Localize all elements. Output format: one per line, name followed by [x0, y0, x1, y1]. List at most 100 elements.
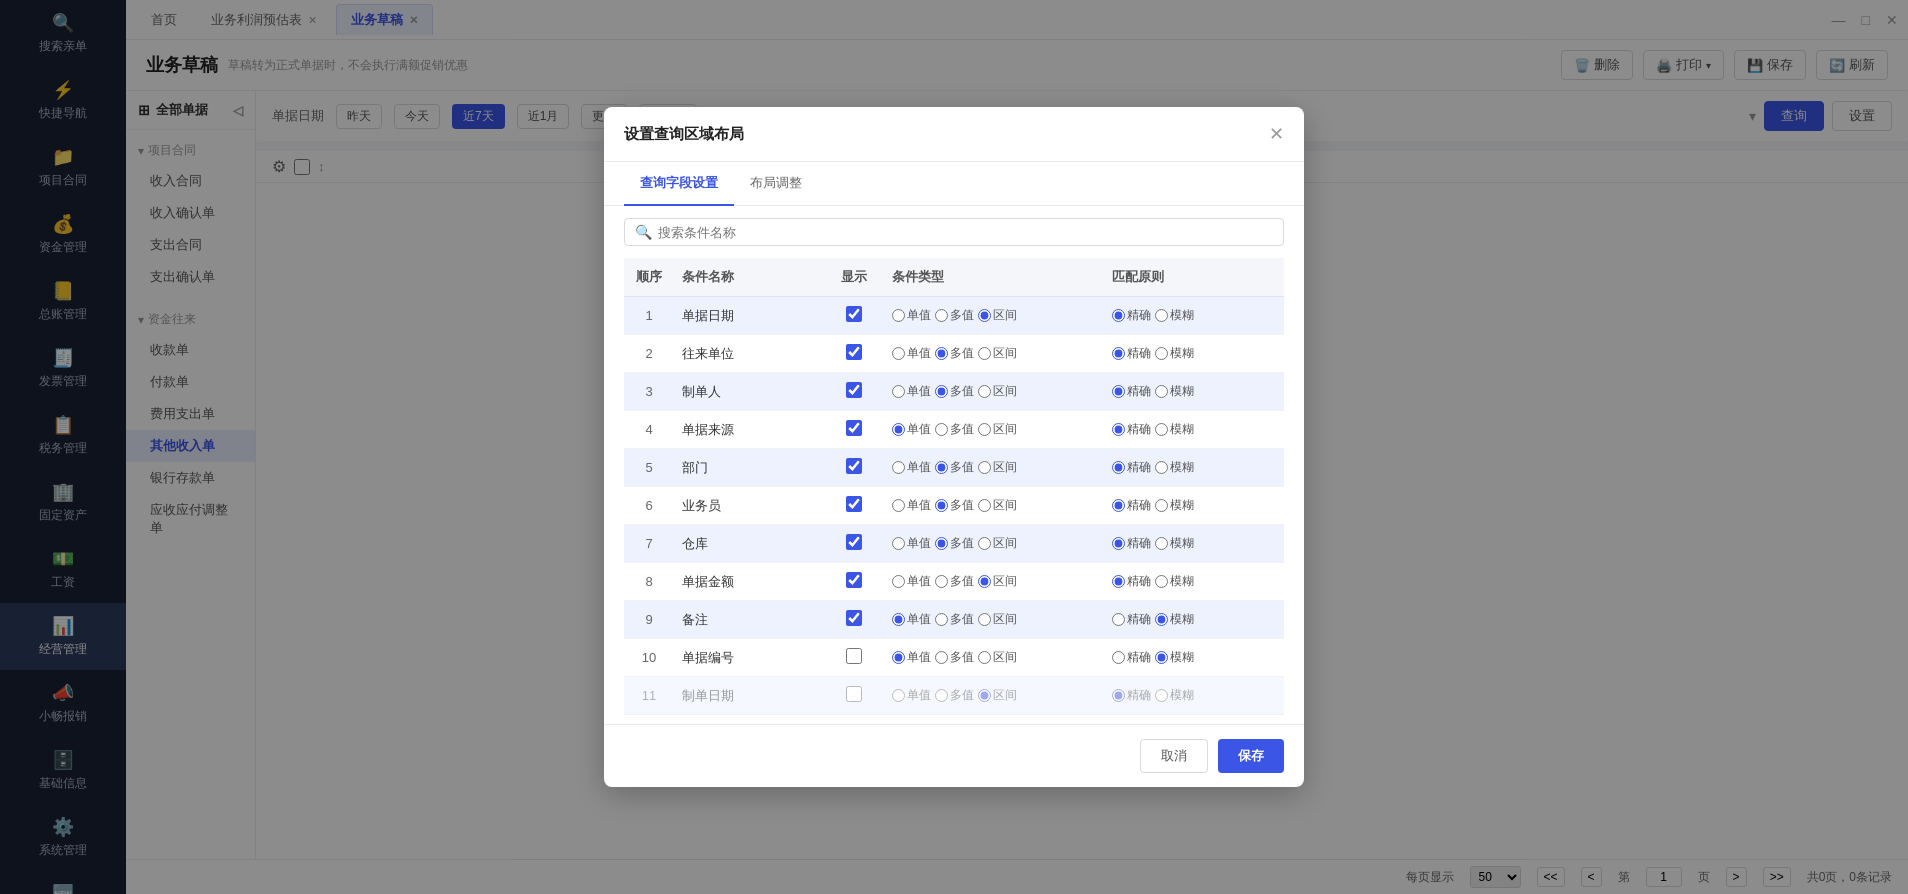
radio-match-模糊[interactable]	[1155, 651, 1168, 664]
cell-match: 精确模糊	[1104, 525, 1284, 563]
cancel-button[interactable]: 取消	[1140, 739, 1208, 773]
cell-name: 单据编号	[674, 639, 824, 677]
radio-match-精确[interactable]	[1112, 689, 1125, 702]
radio-cond-单值[interactable]	[892, 309, 905, 322]
radio-match-精确[interactable]	[1112, 347, 1125, 360]
radio-cond-单值[interactable]	[892, 651, 905, 664]
dialog-header: 设置查询区域布局 ✕	[604, 107, 1304, 162]
radio-cond-区间[interactable]	[978, 385, 991, 398]
radio-cond-多值[interactable]	[935, 309, 948, 322]
cell-order: 10	[624, 639, 674, 677]
cell-match: 精确模糊	[1104, 373, 1284, 411]
radio-cond-单值[interactable]	[892, 385, 905, 398]
radio-match-模糊[interactable]	[1155, 499, 1168, 512]
condition-search-input[interactable]	[658, 225, 858, 240]
cell-show	[824, 563, 884, 601]
cell-condition-type: 单值多值区间	[884, 677, 1104, 715]
search-wrapper: 🔍	[624, 218, 1284, 246]
radio-cond-单值[interactable]	[892, 461, 905, 474]
radio-cond-区间[interactable]	[978, 537, 991, 550]
show-checkbox[interactable]	[846, 420, 862, 436]
radio-match-精确[interactable]	[1112, 385, 1125, 398]
radio-match-模糊[interactable]	[1155, 347, 1168, 360]
radio-match-精确[interactable]	[1112, 613, 1125, 626]
radio-match-模糊[interactable]	[1155, 689, 1168, 702]
cell-order: 8	[624, 563, 674, 601]
show-checkbox[interactable]	[846, 344, 862, 360]
radio-cond-区间[interactable]	[978, 575, 991, 588]
cell-condition-type: 单值多值区间	[884, 373, 1104, 411]
radio-match-精确[interactable]	[1112, 309, 1125, 322]
radio-cond-多值[interactable]	[935, 347, 948, 360]
radio-match-模糊[interactable]	[1155, 537, 1168, 550]
cell-match: 精确模糊	[1104, 601, 1284, 639]
radio-cond-区间[interactable]	[978, 613, 991, 626]
radio-cond-多值[interactable]	[935, 461, 948, 474]
cell-order: 3	[624, 373, 674, 411]
show-checkbox[interactable]	[846, 534, 862, 550]
settings-dialog: 设置查询区域布局 ✕ 查询字段设置 布局调整 🔍	[604, 107, 1304, 787]
radio-match-模糊[interactable]	[1155, 309, 1168, 322]
radio-cond-多值[interactable]	[935, 499, 948, 512]
radio-cond-区间[interactable]	[978, 461, 991, 474]
tab-layout-adjust[interactable]: 布局调整	[734, 162, 818, 206]
radio-match-模糊[interactable]	[1155, 423, 1168, 436]
radio-cond-多值[interactable]	[935, 537, 948, 550]
cell-order: 11	[624, 677, 674, 715]
radio-cond-区间[interactable]	[978, 423, 991, 436]
cell-show	[824, 335, 884, 373]
radio-match-模糊[interactable]	[1155, 613, 1168, 626]
radio-match-精确[interactable]	[1112, 537, 1125, 550]
radio-cond-区间[interactable]	[978, 689, 991, 702]
radio-match-精确[interactable]	[1112, 651, 1125, 664]
radio-cond-多值[interactable]	[935, 575, 948, 588]
radio-cond-多值[interactable]	[935, 423, 948, 436]
radio-match-精确[interactable]	[1112, 461, 1125, 474]
table-row: 2往来单位单值多值区间精确模糊	[624, 335, 1284, 373]
cell-name: 业务员	[674, 487, 824, 525]
cell-name: 往来单位	[674, 335, 824, 373]
radio-cond-多值[interactable]	[935, 651, 948, 664]
show-checkbox[interactable]	[846, 382, 862, 398]
radio-cond-多值[interactable]	[935, 613, 948, 626]
dialog-save-button[interactable]: 保存	[1218, 739, 1284, 773]
cell-show	[824, 639, 884, 677]
cell-order: 2	[624, 335, 674, 373]
radio-match-精确[interactable]	[1112, 575, 1125, 588]
radio-cond-单值[interactable]	[892, 499, 905, 512]
radio-match-精确[interactable]	[1112, 499, 1125, 512]
show-checkbox[interactable]	[846, 496, 862, 512]
table-row: 6业务员单值多值区间精确模糊	[624, 487, 1284, 525]
show-checkbox[interactable]	[846, 610, 862, 626]
show-checkbox[interactable]	[846, 686, 862, 702]
radio-cond-单值[interactable]	[892, 537, 905, 550]
cell-match: 精确模糊	[1104, 677, 1284, 715]
cell-show	[824, 525, 884, 563]
show-checkbox[interactable]	[846, 458, 862, 474]
cell-show	[824, 411, 884, 449]
dialog-close-button[interactable]: ✕	[1269, 123, 1284, 145]
tab-query-fields[interactable]: 查询字段设置	[624, 162, 734, 206]
radio-cond-单值[interactable]	[892, 347, 905, 360]
cell-name: 单据来源	[674, 411, 824, 449]
radio-cond-区间[interactable]	[978, 499, 991, 512]
radio-match-精确[interactable]	[1112, 423, 1125, 436]
col-order: 顺序	[624, 258, 674, 297]
table-row: 1单据日期单值多值区间精确模糊	[624, 297, 1284, 335]
cell-match: 精确模糊	[1104, 563, 1284, 601]
radio-cond-区间[interactable]	[978, 309, 991, 322]
radio-cond-区间[interactable]	[978, 347, 991, 360]
radio-cond-单值[interactable]	[892, 689, 905, 702]
radio-cond-多值[interactable]	[935, 689, 948, 702]
radio-cond-多值[interactable]	[935, 385, 948, 398]
radio-cond-单值[interactable]	[892, 423, 905, 436]
radio-cond-区间[interactable]	[978, 651, 991, 664]
show-checkbox[interactable]	[846, 306, 862, 322]
show-checkbox[interactable]	[846, 648, 862, 664]
radio-match-模糊[interactable]	[1155, 461, 1168, 474]
radio-cond-单值[interactable]	[892, 613, 905, 626]
radio-match-模糊[interactable]	[1155, 575, 1168, 588]
show-checkbox[interactable]	[846, 572, 862, 588]
radio-cond-单值[interactable]	[892, 575, 905, 588]
radio-match-模糊[interactable]	[1155, 385, 1168, 398]
